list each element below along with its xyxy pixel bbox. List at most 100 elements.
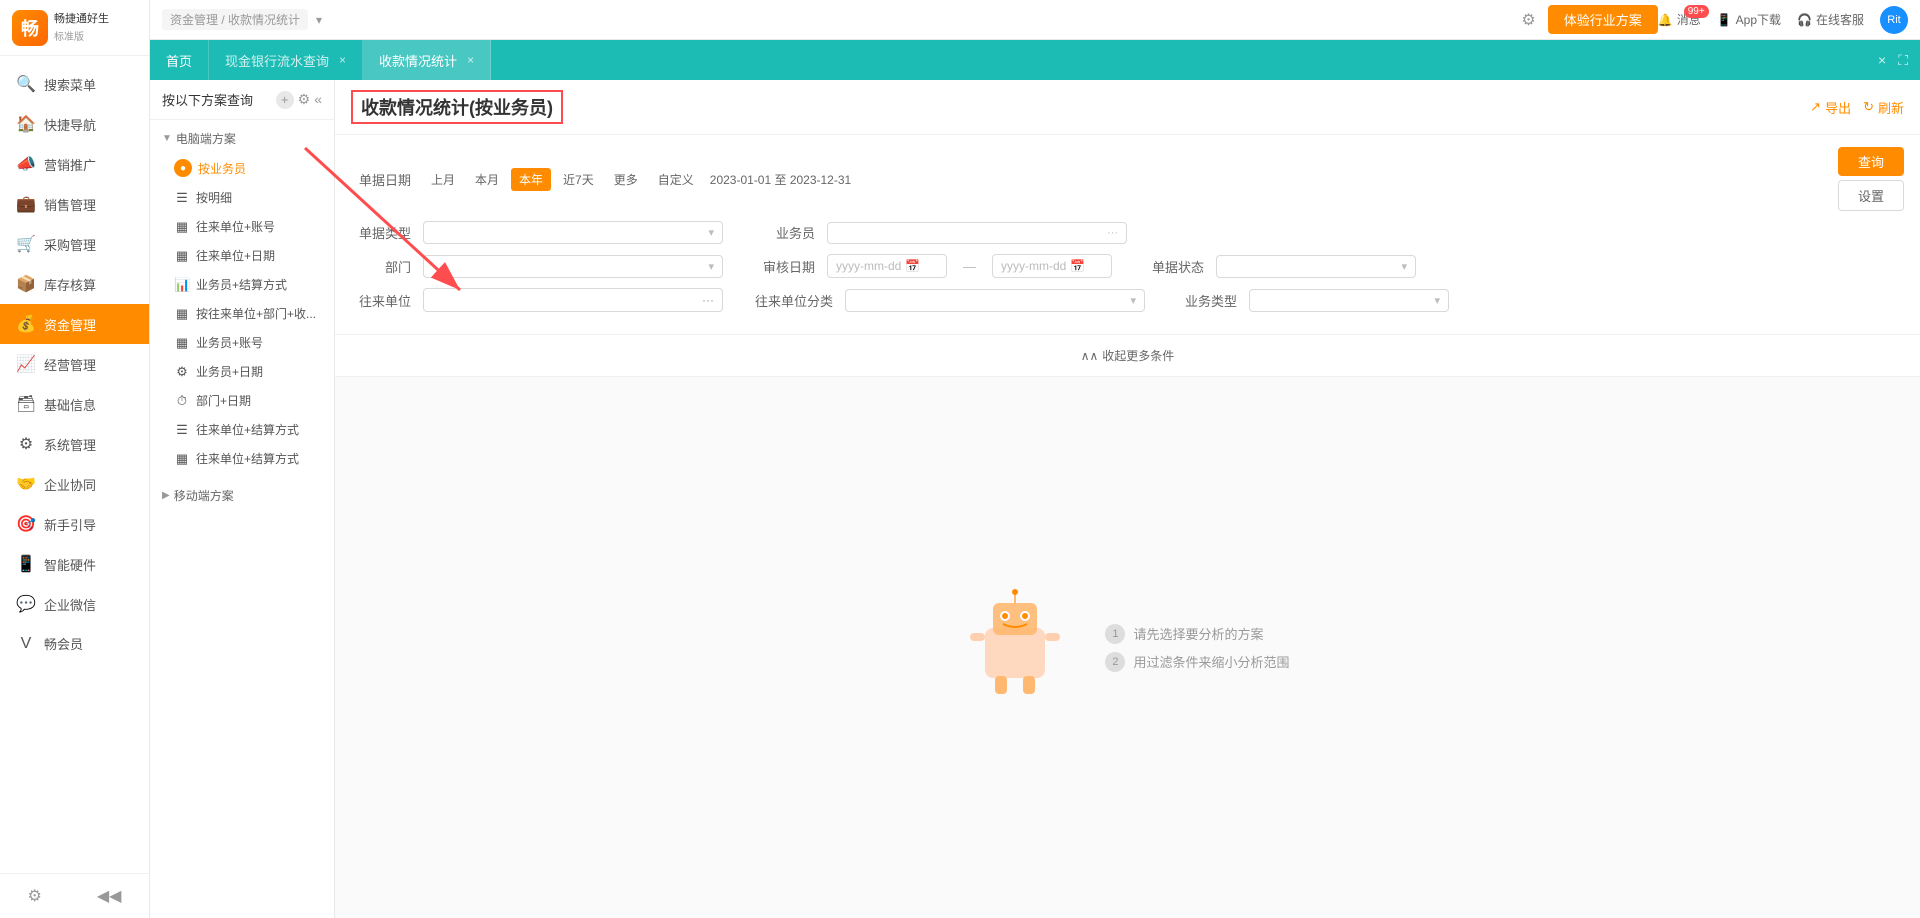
app-download-area[interactable]: 📱 App下载 <box>1717 11 1781 28</box>
partner-date-icon: ▦ <box>174 248 190 264</box>
user-avatar[interactable]: Rit <box>1880 6 1908 34</box>
partner-select[interactable]: ··· <box>423 288 723 312</box>
date-tab-custom[interactable]: 自定义 <box>650 168 702 191</box>
partner-more-icon[interactable]: ··· <box>702 293 714 307</box>
scheme-item-dept-date[interactable]: ⏱ 部门+日期 <box>150 386 334 415</box>
app-download-label: App下载 <box>1736 11 1781 28</box>
scheme-settings-icon[interactable]: ⚙ <box>298 91 311 109</box>
collapse-button[interactable]: ∧∧ 收起更多条件 <box>1069 343 1187 368</box>
sidebar-item-basic-info[interactable]: 🗃 基础信息 <box>0 384 149 424</box>
review-date-start[interactable]: yyyy-mm-dd 📅 <box>827 254 947 278</box>
business-type-select[interactable]: ▾ <box>1249 289 1449 312</box>
sidebar-item-purchase[interactable]: 🛒 采购管理 <box>0 224 149 264</box>
sidebar-item-system[interactable]: ⚙ 系统管理 <box>0 424 149 464</box>
date-tab-last-month[interactable]: 上月 <box>423 168 463 191</box>
empty-state: 1 请先选择要分析的方案 2 用过滤条件来缩小分析范围 <box>335 377 1920 918</box>
sidebar-item-finance[interactable]: 💰 资金管理 <box>0 304 149 344</box>
settings-bottom-icon[interactable]: ⚙ <box>24 882 46 910</box>
online-service-label: 在线客服 <box>1816 11 1864 28</box>
query-button[interactable]: 查询 <box>1838 147 1904 176</box>
system-icon: ⚙ <box>16 434 36 454</box>
tab-close-stats[interactable]: × <box>467 53 474 67</box>
tab-close-bank[interactable]: × <box>339 53 346 67</box>
trial-button[interactable]: 体验行业方案 <box>1548 5 1658 34</box>
business-type-arrow-icon: ▾ <box>1434 294 1440 307</box>
dept-arrow-icon: ▾ <box>708 260 714 273</box>
sidebar-bottom: ⚙ ◀◀ <box>0 873 149 918</box>
add-scheme-icon[interactable]: + <box>276 91 294 109</box>
tab-stats[interactable]: 收款情况统计 × <box>363 40 491 80</box>
date-tab-this-month[interactable]: 本月 <box>467 168 507 191</box>
partner-category-select[interactable]: ▾ <box>845 289 1145 312</box>
settings-button[interactable]: 设置 <box>1838 180 1904 211</box>
date-tab-more[interactable]: 更多 <box>606 168 646 191</box>
scheme-collapse-icon[interactable]: « <box>314 91 322 109</box>
notification-area[interactable]: 🔔 消息 99+ <box>1658 11 1701 28</box>
review-date-end[interactable]: yyyy-mm-dd 📅 <box>992 254 1112 278</box>
collapse-sidebar-icon[interactable]: ◀◀ <box>93 882 126 910</box>
sidebar-item-smart-hw[interactable]: 📱 智能硬件 <box>0 544 149 584</box>
sidebar-item-inventory[interactable]: 📦 库存核算 <box>0 264 149 304</box>
mobile-arrow-icon: ▶ <box>162 490 170 501</box>
scheme-item-partner-settle2[interactable]: ▦ 往来单位+结算方式 <box>150 444 334 473</box>
partner-label: 往来单位 <box>351 291 411 310</box>
scheme-item-partner-settle1[interactable]: ☰ 往来单位+结算方式 <box>150 415 334 444</box>
chevron-down-icon: ▾ <box>316 13 322 27</box>
scheme-item-by-detail[interactable]: ☰ 按明细 <box>150 183 334 212</box>
notification-badge: 99+ <box>1684 5 1709 18</box>
doc-status-select[interactable]: ▾ <box>1216 255 1416 278</box>
desktop-section-title[interactable]: ▼ 电脑端方案 <box>150 124 334 153</box>
basic-info-icon: 🗃 <box>16 394 36 414</box>
tip-item-2: 2 用过滤条件来缩小分析范围 <box>1105 652 1289 672</box>
scheme-item-partner-dept[interactable]: ▦ 按往来单位+部门+收... <box>150 299 334 328</box>
refresh-button[interactable]: ↻ 刷新 <box>1863 98 1904 117</box>
tab-fullscreen-icon[interactable]: ⛶ <box>1898 52 1908 69</box>
page-title: 收款情况统计(按业务员) <box>351 90 563 124</box>
scheme-item-label-dept-date: 部门+日期 <box>196 392 251 409</box>
sidebar-label-marketing: 营销推广 <box>44 155 96 174</box>
scheme-item-salesman-settle[interactable]: 📊 业务员+结算方式 <box>150 270 334 299</box>
tip-text-1: 请先选择要分析的方案 <box>1133 624 1263 643</box>
bank-tab-label: 现金银行流水查询 <box>225 51 329 70</box>
partner-account-icon: ▦ <box>174 219 190 235</box>
scheme-item-partner-account[interactable]: ▦ 往来单位+账号 <box>150 212 334 241</box>
mobile-section-title[interactable]: ▶ 移动端方案 <box>150 481 334 510</box>
tab-close-all-icon[interactable]: × <box>1878 52 1886 68</box>
tab-bar: 首页 现金银行流水查询 × 收款情况统计 × × ⛶ <box>150 40 1920 80</box>
page-settings-icon[interactable]: ⚙ <box>1521 10 1535 30</box>
operations-icon: 📈 <box>16 354 36 374</box>
robot-illustration <box>965 588 1065 708</box>
sidebar-item-member[interactable]: V 畅会员 <box>0 624 149 663</box>
doc-type-select[interactable]: ▾ <box>423 221 723 244</box>
purchase-icon: 🛒 <box>16 234 36 254</box>
sidebar-item-sales[interactable]: 💼 销售管理 <box>0 184 149 224</box>
scheme-item-salesman-account[interactable]: ▦ 业务员+账号 <box>150 328 334 357</box>
dept-select[interactable]: ▾ <box>423 255 723 278</box>
scheme-header: 按以下方案查询 + ⚙ « <box>150 80 334 120</box>
search-menu-icon: 🔍 <box>16 74 36 94</box>
sidebar-item-marketing[interactable]: 📣 营销推广 <box>0 144 149 184</box>
date-tab-last7[interactable]: 近7天 <box>555 168 602 191</box>
salesman-select[interactable]: ··· <box>827 222 1127 244</box>
online-service-area[interactable]: 🎧 在线客服 <box>1797 11 1864 28</box>
partner-category-label: 往来单位分类 <box>755 291 833 310</box>
sales-icon: 💼 <box>16 194 36 214</box>
scheme-item-label-by-detail: 按明细 <box>196 189 232 206</box>
scheme-item-partner-date[interactable]: ▦ 往来单位+日期 <box>150 241 334 270</box>
export-button[interactable]: ↗ 导出 <box>1810 98 1851 117</box>
sidebar-item-quick-nav[interactable]: 🏠 快捷导航 <box>0 104 149 144</box>
tab-home[interactable]: 首页 <box>150 40 209 80</box>
sidebar-item-enterprise[interactable]: 🤝 企业协同 <box>0 464 149 504</box>
sidebar-item-search[interactable]: 🔍 搜索菜单 <box>0 64 149 104</box>
date-tab-this-year[interactable]: 本年 <box>511 168 551 191</box>
doc-status-label: 单据状态 <box>1144 257 1204 276</box>
salesman-settle-icon: 📊 <box>174 277 190 293</box>
sidebar-label-operations: 经营管理 <box>44 355 96 374</box>
sidebar-item-operations[interactable]: 📈 经营管理 <box>0 344 149 384</box>
partner-settle1-icon: ☰ <box>174 422 190 438</box>
sidebar-item-guide[interactable]: 🎯 新手引导 <box>0 504 149 544</box>
scheme-item-salesman-date[interactable]: ⚙ 业务员+日期 <box>150 357 334 386</box>
scheme-item-by-salesman[interactable]: ● 按业务员 <box>150 153 334 183</box>
sidebar-item-wechat[interactable]: 💬 企业微信 <box>0 584 149 624</box>
tab-bank[interactable]: 现金银行流水查询 × <box>209 40 363 80</box>
